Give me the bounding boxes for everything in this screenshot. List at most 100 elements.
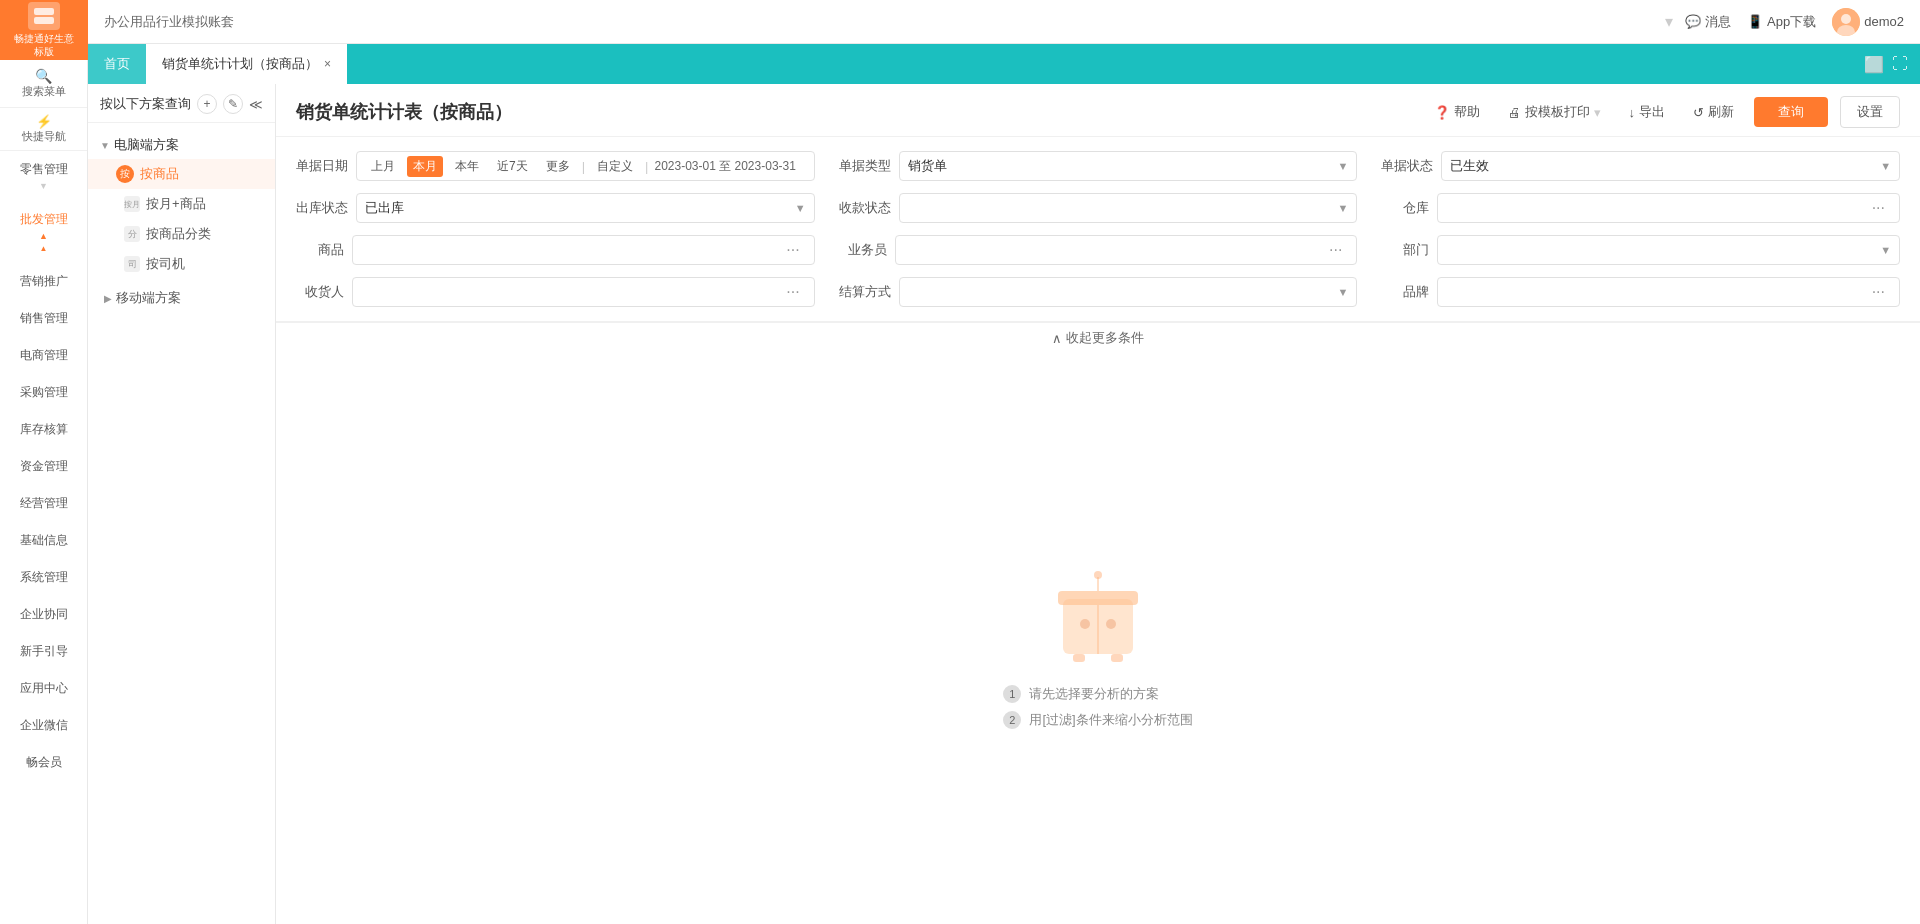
sidebar-item-operations[interactable]: 经营管理 [0, 485, 87, 522]
username: demo2 [1864, 14, 1904, 29]
sidebar-item-finance[interactable]: 资金管理 [0, 448, 87, 485]
product-dots[interactable]: ··· [780, 241, 805, 259]
retail-label: 零售管理 [20, 161, 68, 178]
export-btn[interactable]: ↓ 导出 [1621, 99, 1674, 125]
doc-status-arrow: ▼ [1880, 160, 1891, 172]
by-category-label: 按商品分类 [146, 225, 211, 243]
refresh-icon: ↺ [1693, 105, 1704, 120]
messages-btn[interactable]: 💬 消息 [1685, 13, 1731, 31]
warehouse-select[interactable]: ··· [1437, 193, 1900, 223]
date-custom[interactable]: 自定义 [591, 156, 639, 177]
sidebar-item-purchase[interactable]: 采购管理 [0, 374, 87, 411]
doc-status-select[interactable]: 已生效 ▼ [1441, 151, 1900, 181]
empty-illustration [1038, 549, 1158, 669]
tab-close-icon[interactable]: × [324, 57, 331, 71]
by-month-product-label: 按月+商品 [146, 195, 206, 213]
doc-type-select[interactable]: 销货单 ▼ [899, 151, 1358, 181]
settlement-field: 结算方式 ▼ [839, 277, 1358, 307]
date-7days[interactable]: 近7天 [491, 156, 534, 177]
receiver-dots[interactable]: ··· [780, 283, 805, 301]
workspace-title: 办公用品行业模拟账套 [104, 13, 1653, 31]
brand-dots[interactable]: ··· [1866, 283, 1891, 301]
date-picker[interactable]: 上月 本月 本年 近7天 更多 | 自定义 | 2023-03-01 至 202… [356, 151, 815, 181]
quick-nav[interactable]: ⚡ 快捷导航 [0, 108, 87, 151]
collapse-left-btn[interactable]: ≪ [249, 97, 263, 112]
tree-item-by-product[interactable]: 按 按商品 [88, 159, 275, 189]
member-label: 畅会员 [26, 754, 62, 771]
add-scheme-btn[interactable]: + [197, 94, 217, 114]
svg-point-3 [1841, 14, 1851, 24]
staff-select[interactable]: ··· [895, 235, 1358, 265]
date-this-month[interactable]: 本月 [407, 156, 443, 177]
appcenter-label: 应用中心 [20, 680, 68, 697]
edit-scheme-btn[interactable]: ✎ [223, 94, 243, 114]
sidebar-item-member[interactable]: 畅会员 [0, 744, 87, 781]
by-product-icon: 按 [116, 165, 134, 183]
tree-group-mobile: ▶ 移动端方案 [88, 283, 275, 313]
filter-left-panel: 按以下方案查询 + ✎ ≪ ▼ 电脑端方案 按 按商品 [88, 84, 276, 924]
sidebar-item-basic[interactable]: 基础信息 [0, 522, 87, 559]
sidebar-item-stock[interactable]: 库存核算 [0, 411, 87, 448]
tab-expand-icon[interactable]: ⛶ [1892, 55, 1908, 73]
date-this-year[interactable]: 本年 [449, 156, 485, 177]
receiver-label: 收货人 [296, 283, 352, 301]
pc-group-label: 电脑端方案 [114, 136, 179, 154]
workspace-dropdown-icon[interactable]: ▾ [1665, 12, 1673, 31]
tree-item-by-category[interactable]: 分 按商品分类 [88, 219, 275, 249]
sidebar-item-ecommerce[interactable]: 电商管理 [0, 337, 87, 374]
query-button[interactable]: 查询 [1754, 97, 1828, 127]
warehouse-dots[interactable]: ··· [1866, 199, 1891, 217]
sidebar-item-system[interactable]: 系统管理 [0, 559, 87, 596]
tree-group-mobile-header[interactable]: ▶ 移动端方案 [88, 283, 275, 313]
settings-button[interactable]: 设置 [1840, 96, 1900, 128]
print-icon: 🖨 [1508, 105, 1521, 120]
user-menu-btn[interactable]: demo2 [1832, 8, 1904, 36]
out-status-field: 出库状态 已出库 ▼ [296, 193, 815, 223]
tabbar-controls: ⬜ ⛶ [1852, 44, 1920, 84]
dept-label: 部门 [1381, 241, 1437, 259]
help-btn[interactable]: ❓ 帮助 [1426, 99, 1488, 125]
product-select[interactable]: ··· [352, 235, 815, 265]
sidebar-item-retail[interactable]: 零售管理 ▼ [0, 151, 87, 201]
dept-select[interactable]: ▼ [1437, 235, 1900, 265]
filter-main-panel: 销货单统计计表（按商品） ❓ 帮助 🖨 按模板打印 ▾ ↓ 导出 [276, 84, 1920, 924]
product-label: 商品 [296, 241, 352, 259]
staff-dots[interactable]: ··· [1323, 241, 1348, 259]
doc-status-field: 单据状态 已生效 ▼ [1381, 151, 1900, 181]
topbar: 办公用品行业模拟账套 ▾ 💬 消息 📱 App下载 demo2 [88, 0, 1920, 44]
sidebar-item-newbie[interactable]: 新手引导 [0, 633, 87, 670]
by-category-icon: 分 [124, 226, 140, 242]
app-subname: 标版 [34, 45, 54, 59]
app-download-btn[interactable]: 📱 App下载 [1747, 13, 1816, 31]
sidebar-item-wholesale[interactable]: 批发管理 ▲ [0, 201, 87, 263]
tree-item-by-month-product[interactable]: 按月 按月+商品 [88, 189, 275, 219]
topbar-actions: 💬 消息 📱 App下载 demo2 [1685, 8, 1904, 36]
date-last-month[interactable]: 上月 [365, 156, 401, 177]
search-menu[interactable]: 🔍 搜索菜单 [0, 60, 87, 108]
print-btn[interactable]: 🖨 按模板打印 ▾ [1500, 99, 1609, 125]
sidebar-item-enterprise[interactable]: 企业协同 [0, 596, 87, 633]
home-tab-label: 首页 [104, 55, 130, 73]
tab-sales-stats[interactable]: 销货单统计计划（按商品） × [146, 44, 347, 84]
search-label: 搜索菜单 [22, 85, 66, 97]
brand-select[interactable]: ··· [1437, 277, 1900, 307]
out-status-select[interactable]: 已出库 ▼ [356, 193, 815, 223]
operations-label: 经营管理 [20, 495, 68, 512]
sidebar-item-wechat[interactable]: 企业微信 [0, 707, 87, 744]
filter-row-4: 收货人 ··· 结算方式 ▼ [296, 277, 1900, 307]
date-more[interactable]: 更多 [540, 156, 576, 177]
sidebar-item-marketing[interactable]: 营销推广 [0, 263, 87, 300]
sidebar-item-appcenter[interactable]: 应用中心 [0, 670, 87, 707]
receiver-select[interactable]: ··· [352, 277, 815, 307]
tab-home[interactable]: 首页 [88, 44, 146, 84]
refresh-label: 刷新 [1708, 103, 1734, 121]
tree-group-pc-header[interactable]: ▼ 电脑端方案 [88, 131, 275, 159]
settlement-select[interactable]: ▼ [899, 277, 1358, 307]
tab-minimize-icon[interactable]: ⬜ [1864, 55, 1884, 74]
refresh-btn[interactable]: ↺ 刷新 [1685, 99, 1742, 125]
tree-item-by-cashier[interactable]: 司 按司机 [88, 249, 275, 279]
receipt-status-select[interactable]: ▼ [899, 193, 1358, 223]
collapse-more-btn[interactable]: ∧ 收起更多条件 [276, 322, 1920, 353]
sidebar-item-sales[interactable]: 销售管理 [0, 300, 87, 337]
warehouse-field: 仓库 ··· [1381, 193, 1900, 223]
